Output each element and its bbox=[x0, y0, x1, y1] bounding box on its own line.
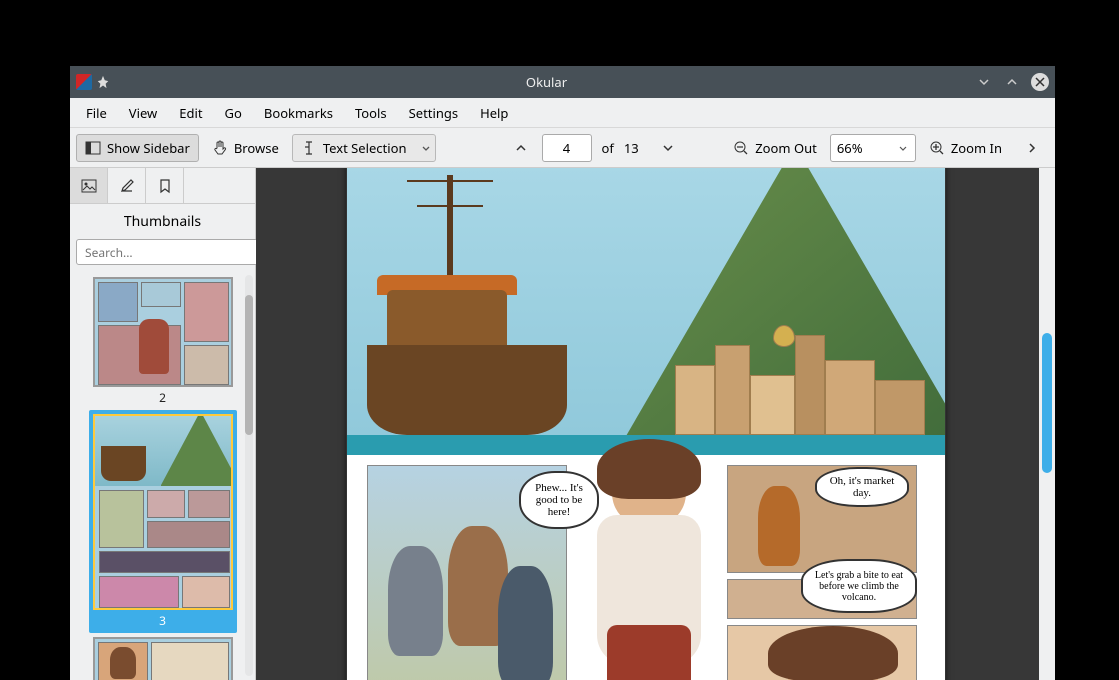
menu-bookmarks[interactable]: Bookmarks bbox=[254, 100, 343, 126]
hand-icon bbox=[212, 140, 228, 156]
zoom-in-icon bbox=[929, 140, 945, 156]
sidebar-header: Thumbnails bbox=[70, 204, 255, 239]
browse-label: Browse bbox=[234, 139, 279, 157]
text-selection-button[interactable]: Text Selection bbox=[292, 134, 436, 162]
sidebar: Thumbnails bbox=[70, 168, 256, 680]
menu-file[interactable]: File bbox=[76, 100, 117, 126]
thumbnail-label: 3 bbox=[93, 612, 233, 629]
pencil-icon bbox=[119, 178, 135, 194]
bookmark-icon bbox=[157, 178, 173, 194]
menu-go[interactable]: Go bbox=[215, 100, 252, 126]
zoom-level-select[interactable]: 66% bbox=[830, 134, 916, 162]
chevron-down-icon bbox=[660, 140, 676, 156]
zoom-out-button[interactable]: Zoom Out bbox=[724, 134, 826, 162]
menu-view[interactable]: View bbox=[119, 100, 167, 126]
toolbar: Show Sidebar Browse Text Selection of 13… bbox=[70, 128, 1055, 168]
sidebar-icon bbox=[85, 140, 101, 156]
thumbnail-list[interactable]: 2 3 bbox=[70, 271, 255, 680]
next-page-button[interactable] bbox=[651, 135, 685, 161]
sidebar-tab-bookmarks[interactable] bbox=[146, 168, 184, 203]
page-number-input[interactable] bbox=[542, 134, 592, 162]
menubar: File View Edit Go Bookmarks Tools Settin… bbox=[70, 98, 1055, 128]
speech-bubble: Oh, it's market day. bbox=[815, 467, 909, 507]
viewer-scrollbar[interactable] bbox=[1039, 168, 1055, 680]
thumbnail-label: 2 bbox=[89, 389, 237, 406]
toolbar-overflow-button[interactable] bbox=[1015, 135, 1049, 161]
maximize-button[interactable] bbox=[1003, 73, 1021, 91]
menu-tools[interactable]: Tools bbox=[345, 100, 397, 126]
text-selection-label: Text Selection bbox=[323, 139, 407, 157]
minimize-button[interactable] bbox=[975, 73, 993, 91]
zoom-in-label: Zoom In bbox=[951, 139, 1002, 157]
image-icon bbox=[81, 178, 97, 194]
window-title: Okular bbox=[118, 73, 975, 91]
browse-button[interactable]: Browse bbox=[203, 134, 288, 162]
content-area: Thumbnails bbox=[70, 168, 1055, 680]
page-total-label: 13 bbox=[624, 139, 639, 157]
text-cursor-icon bbox=[301, 140, 317, 156]
menu-help[interactable]: Help bbox=[470, 100, 518, 126]
prev-page-button[interactable] bbox=[504, 135, 538, 161]
zoom-out-label: Zoom Out bbox=[755, 139, 817, 157]
chevron-down-icon bbox=[419, 141, 433, 155]
thumbnail-scrollbar[interactable] bbox=[243, 271, 255, 680]
sidebar-tab-annotations[interactable] bbox=[108, 168, 146, 203]
okular-window: Okular File View Edit Go Bookmarks Tools… bbox=[70, 66, 1055, 680]
chevron-down-icon bbox=[897, 142, 909, 154]
pin-icon[interactable] bbox=[96, 75, 110, 89]
search-input[interactable] bbox=[76, 239, 268, 265]
sidebar-tab-thumbnails[interactable] bbox=[70, 168, 108, 203]
menu-edit[interactable]: Edit bbox=[169, 100, 212, 126]
show-sidebar-label: Show Sidebar bbox=[107, 139, 190, 157]
menu-settings[interactable]: Settings bbox=[399, 100, 468, 126]
thumbnail-item-selected[interactable]: 3 bbox=[89, 410, 237, 633]
sidebar-tabs bbox=[70, 168, 255, 204]
document-page: Phew... It's good to be here! Oh, it's m… bbox=[346, 168, 946, 680]
document-viewer[interactable]: Phew... It's good to be here! Oh, it's m… bbox=[256, 168, 1055, 680]
zoom-level-value: 66% bbox=[837, 139, 863, 157]
page-of-label: of bbox=[596, 139, 620, 157]
show-sidebar-button[interactable]: Show Sidebar bbox=[76, 134, 199, 162]
titlebar: Okular bbox=[70, 66, 1055, 98]
close-button[interactable] bbox=[1031, 73, 1049, 91]
speech-bubble: Let's grab a bite to eat before we climb… bbox=[801, 559, 917, 613]
zoom-out-icon bbox=[733, 140, 749, 156]
thumbnail-item[interactable]: 2 bbox=[89, 277, 237, 406]
chevron-up-icon bbox=[513, 140, 529, 156]
zoom-in-button[interactable]: Zoom In bbox=[920, 134, 1011, 162]
chevron-right-icon bbox=[1024, 140, 1040, 156]
thumbnail-item[interactable] bbox=[89, 637, 237, 680]
app-icon bbox=[76, 74, 92, 90]
